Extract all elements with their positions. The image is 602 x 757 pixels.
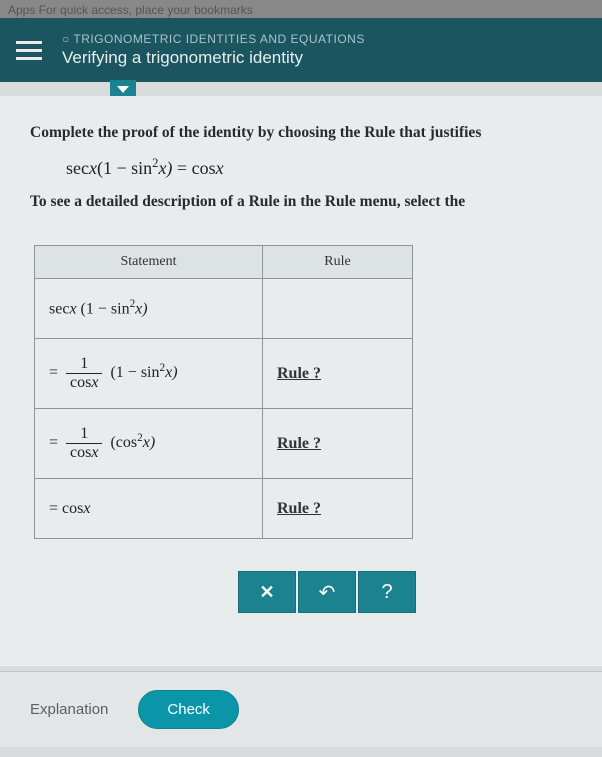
col-statement: Statement [35, 246, 263, 279]
statement-cell: = 1cosx (cos2x) [35, 409, 263, 479]
page-title: Verifying a trigonometric identity [62, 48, 586, 68]
table-row: = 1cosx (cos2x) Rule ? [35, 409, 413, 479]
rule-cell[interactable]: Rule ? [263, 479, 413, 539]
content-area: Complete the proof of the identity by ch… [0, 96, 602, 666]
table-row: = 1cosx (1 − sin2x) Rule ? [35, 339, 413, 409]
instruction-text: Complete the proof of the identity by ch… [30, 124, 584, 142]
footer: Explanation Check [0, 671, 602, 747]
sub-instruction-text: To see a detailed description of a Rule … [30, 193, 584, 211]
undo-button[interactable]: ↶ [298, 571, 356, 613]
proof-table: Statement Rule secx (1 − sin2x) = 1cosx … [34, 245, 413, 539]
statement-cell: secx (1 − sin2x) [35, 279, 263, 339]
rule-cell [263, 279, 413, 339]
dropdown-tab [0, 82, 602, 96]
main-equation: secx(1 − sin2x) = cosx [66, 156, 584, 179]
help-button[interactable]: ? [358, 571, 416, 613]
action-buttons: ✕ ↶ ? [70, 571, 584, 613]
breadcrumb: ○ TRIGONOMETRIC IDENTITIES AND EQUATIONS [62, 32, 586, 46]
table-row: = cosx Rule ? [35, 479, 413, 539]
table-row: secx (1 − sin2x) [35, 279, 413, 339]
apps-bar: Apps For quick access, place your bookma… [0, 0, 602, 18]
rule-cell[interactable]: Rule ? [263, 409, 413, 479]
rule-cell[interactable]: Rule ? [263, 339, 413, 409]
header: ○ TRIGONOMETRIC IDENTITIES AND EQUATIONS… [0, 18, 602, 82]
statement-cell: = 1cosx (1 − sin2x) [35, 339, 263, 409]
explanation-button[interactable]: Explanation [30, 701, 108, 718]
col-rule: Rule [263, 246, 413, 279]
close-button[interactable]: ✕ [238, 571, 296, 613]
statement-cell: = cosx [35, 479, 263, 539]
menu-icon[interactable] [16, 41, 42, 60]
rule-select: Rule ? [277, 435, 321, 452]
rule-select: Rule ? [277, 500, 321, 517]
check-button[interactable]: Check [138, 690, 239, 729]
rule-select: Rule ? [277, 365, 321, 382]
